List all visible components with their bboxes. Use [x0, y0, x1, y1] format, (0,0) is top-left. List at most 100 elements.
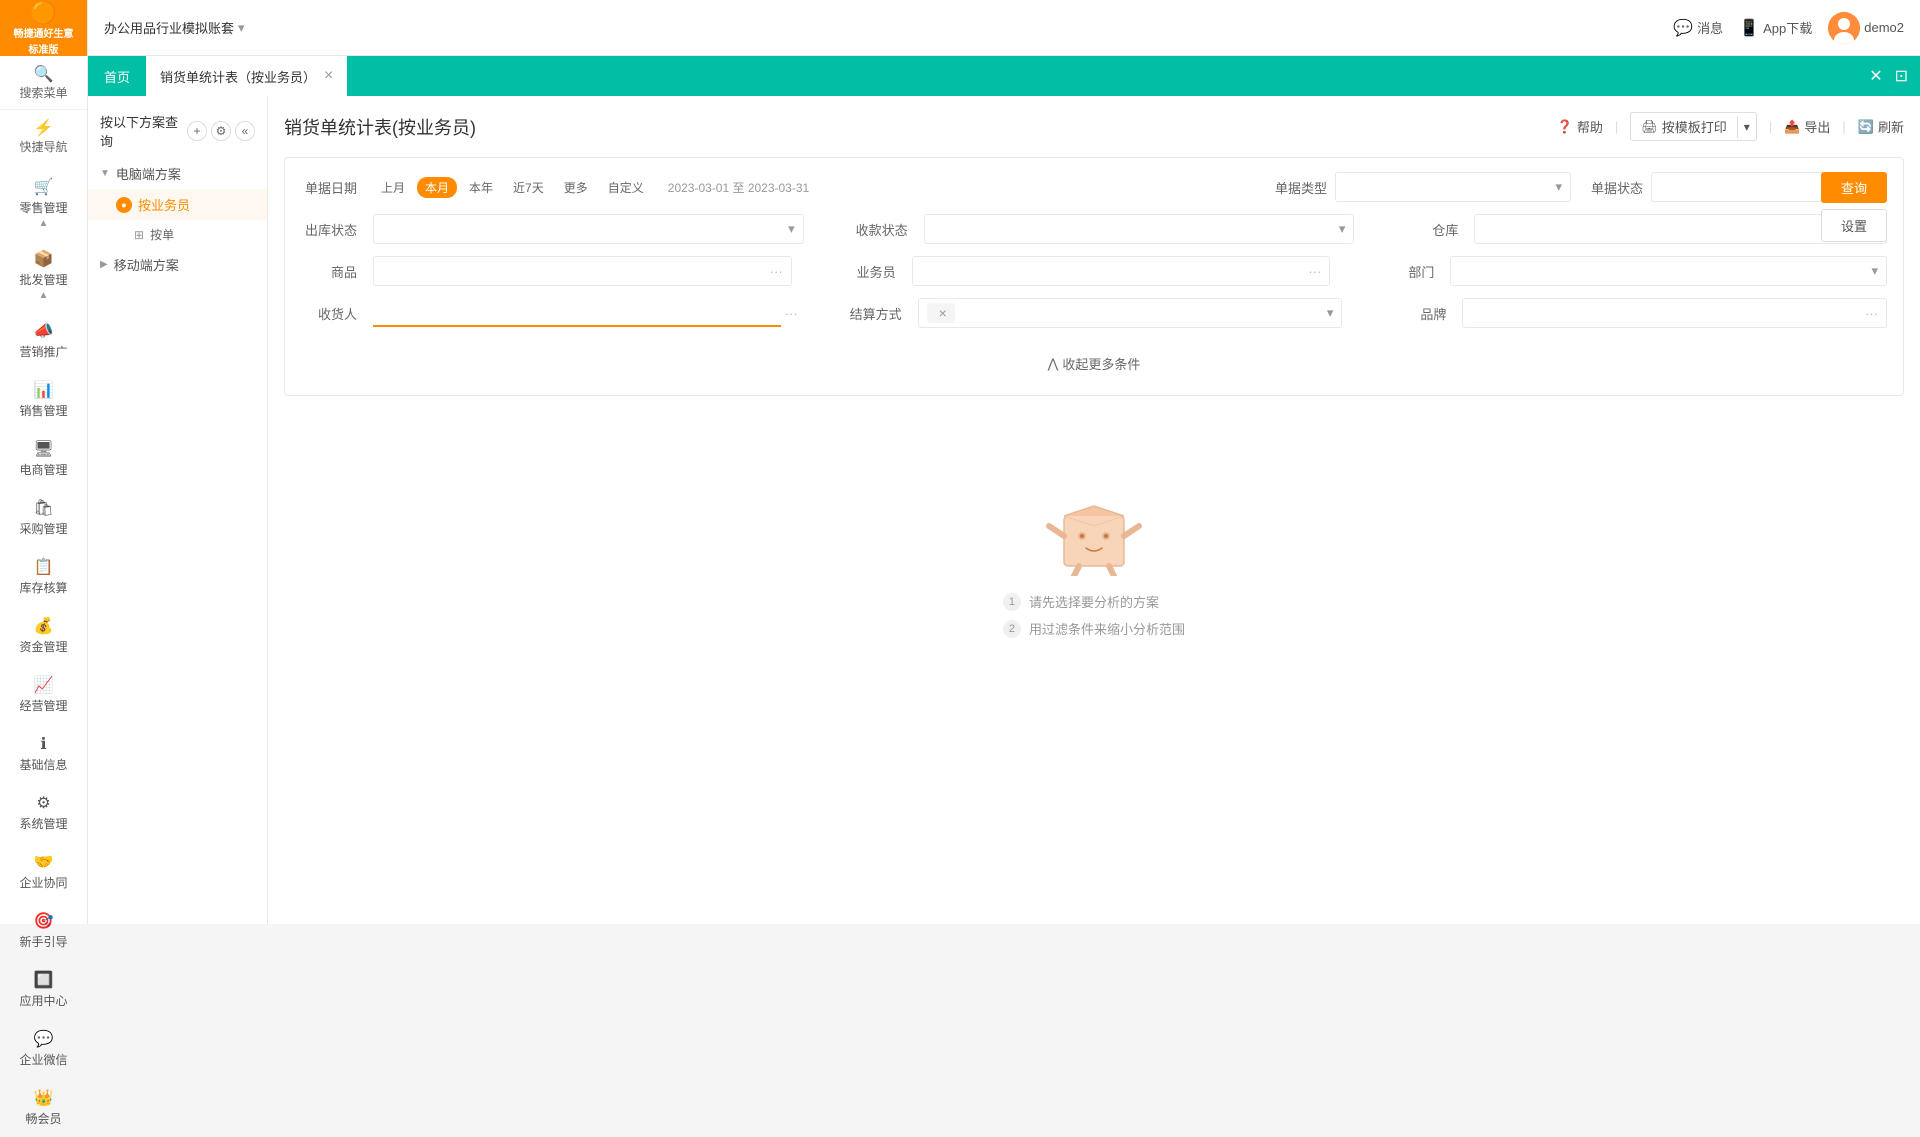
- sidebar-item-collab[interactable]: 🤝 企业协同: [0, 842, 87, 901]
- separator-1: |: [1615, 119, 1618, 134]
- order-sub-icon: ⊞: [134, 228, 144, 242]
- brand-dots: ···: [1865, 306, 1878, 321]
- print-icon: 🖨: [1641, 119, 1658, 135]
- date-tab-lastmonth[interactable]: 上月: [373, 177, 413, 198]
- lp-section-mobile: ▶ 移动端方案: [88, 249, 267, 280]
- main-area: 办公用品行业模拟账套 ▾ 💬 消息 📱 App下载 demo2 首页: [88, 0, 1920, 924]
- settings-scheme-button[interactable]: ⚙: [211, 121, 231, 141]
- sidebar-item-sysadmin[interactable]: ⚙ 系统管理: [0, 783, 87, 842]
- avatar-image: [1828, 12, 1860, 44]
- dept-arrow: ▾: [1871, 263, 1878, 279]
- tab-close-button[interactable]: ×: [324, 68, 333, 84]
- date-tab-7days[interactable]: 近7天: [505, 177, 552, 198]
- refresh-label: 刷新: [1878, 117, 1904, 136]
- page-title-actions: ❓ 帮助 | 🖨 按模板打印 ▾ | 📤 导出: [1557, 112, 1904, 141]
- consignee-input[interactable]: [373, 299, 781, 327]
- sidebar-item-appcenter[interactable]: 🔲 应用中心: [0, 960, 87, 1019]
- goods-input[interactable]: ···: [373, 256, 792, 286]
- workspace-selector[interactable]: 办公用品行业模拟账套 ▾: [104, 18, 245, 37]
- tabbar: 首页 销货单统计表（按业务员） × ✕ ⊡: [88, 56, 1920, 96]
- sidebar-item-purchase[interactable]: 🛍 采购管理: [0, 488, 87, 547]
- workspace-title: 办公用品行业模拟账套: [104, 18, 234, 37]
- lp-section-pc: ▼ 电脑端方案 ● 按业务员 ⊞ 按单: [88, 158, 267, 249]
- collab-icon: 🤝: [34, 852, 54, 872]
- sidebar-quick-nav[interactable]: ⚡ 快捷导航: [0, 110, 87, 163]
- appcenter-label: 应用中心: [19, 992, 67, 1009]
- purchase-icon: 🛍: [33, 498, 53, 518]
- sidebar-item-wechat[interactable]: 💬 企业微信: [0, 1019, 87, 1078]
- sidebar-item-wholesale[interactable]: 📦 批发管理 ▲: [0, 239, 87, 311]
- lp-item-salesperson[interactable]: ● 按业务员: [88, 189, 267, 220]
- query-button[interactable]: 查询: [1821, 172, 1887, 203]
- doctype-cell: 单据类型 ▾: [1271, 172, 1571, 202]
- empty-svg: [1034, 476, 1154, 576]
- sidebar-item-retail[interactable]: 🛒 零售管理 ▲: [0, 167, 87, 239]
- message-button[interactable]: 💬 消息: [1673, 18, 1723, 38]
- tab-home-label: 首页: [104, 67, 130, 86]
- sidebar-search-menu[interactable]: 🔍 搜索菜单: [0, 56, 87, 110]
- paystatus-select[interactable]: ▾: [924, 214, 1355, 244]
- lp-sub-item-order[interactable]: ⊞ 按单: [88, 220, 267, 249]
- tab-home[interactable]: 首页: [88, 56, 146, 96]
- date-tab-custom[interactable]: 自定义: [600, 177, 652, 198]
- outstatus-label: 出库状态: [301, 220, 357, 239]
- lp-section-mobile-header[interactable]: ▶ 移动端方案: [88, 249, 267, 280]
- brand-input[interactable]: ···: [1462, 298, 1887, 328]
- dept-select[interactable]: ▾: [1450, 256, 1887, 286]
- operations-label: 经营管理: [19, 697, 67, 714]
- date-label: 单据日期: [301, 178, 357, 197]
- export-button[interactable]: 📤 导出: [1784, 117, 1830, 136]
- settings-button[interactable]: 设置: [1821, 209, 1887, 242]
- filter-row-4: 收货人 ··· 结算方式 × ▾: [301, 298, 1887, 328]
- empty-steps-list: 1 请先选择要分析的方案 2 用过滤条件来缩小分析范围: [1003, 592, 1185, 646]
- print-dropdown-button[interactable]: ▾: [1737, 116, 1756, 138]
- doctype-select[interactable]: ▾: [1335, 172, 1571, 202]
- lp-section-pc-header[interactable]: ▼ 电脑端方案: [88, 158, 267, 189]
- help-button[interactable]: ❓ 帮助: [1557, 117, 1603, 136]
- salesperson-input[interactable]: ···: [912, 256, 1331, 286]
- sidebar-item-finance[interactable]: 💰 资金管理: [0, 606, 87, 665]
- sidebar-item-inventory[interactable]: 📋 库存核算: [0, 547, 87, 606]
- sidebar-item-ecommerce[interactable]: 🖥 电商管理: [0, 429, 87, 488]
- sidebar-item-marketing[interactable]: 📣 营销推广: [0, 311, 87, 370]
- print-button[interactable]: 🖨 按模板打印: [1631, 113, 1737, 140]
- settlement-tag-close[interactable]: ×: [939, 305, 947, 321]
- sidebar-item-membership[interactable]: 👑 畅会员: [0, 1078, 87, 1137]
- tab-maximize-button[interactable]: ⊡: [1891, 62, 1912, 90]
- settlement-arrow: ▾: [1327, 305, 1334, 321]
- date-tab-more[interactable]: 更多: [556, 177, 596, 198]
- sidebar-item-operations[interactable]: 📈 经营管理: [0, 665, 87, 724]
- guide-label: 新手引导: [19, 933, 67, 950]
- sidebar-item-sales[interactable]: 📊 销售管理: [0, 370, 87, 429]
- settlement-select[interactable]: × ▾: [918, 298, 1343, 328]
- filter-row-3: 商品 ··· 业务员 ··· 部门: [301, 256, 1887, 286]
- refresh-button[interactable]: 🔄 刷新: [1858, 117, 1904, 136]
- step-2-text: 用过滤条件来缩小分析范围: [1029, 619, 1185, 638]
- search-menu-label: 搜索菜单: [6, 84, 81, 101]
- outstatus-select[interactable]: ▾: [373, 214, 804, 244]
- user-profile[interactable]: demo2: [1828, 12, 1904, 44]
- date-tab-thisyear[interactable]: 本年: [461, 177, 501, 198]
- basicinfo-icon: ℹ: [40, 734, 46, 754]
- date-tab-thismonth[interactable]: 本月: [417, 177, 457, 198]
- left-panel-actions: + ⚙ «: [187, 121, 255, 141]
- lp-pc-label: 电脑端方案: [116, 164, 181, 183]
- collapse-button[interactable]: ⋀ 收起更多条件: [1032, 350, 1157, 377]
- lp-mobile-triangle: ▶: [100, 259, 108, 270]
- workspace-dropdown-icon: ▾: [238, 20, 245, 36]
- collapse-panel-button[interactable]: «: [235, 121, 255, 141]
- page-title-bar: 销货单统计表(按业务员) ❓ 帮助 | 🖨 按模板打印 ▾ |: [284, 112, 1904, 141]
- left-panel: 按以下方案查询 + ⚙ « ▼ 电脑端方案 ● 按业务员: [88, 96, 268, 924]
- sidebar-item-guide[interactable]: 🎯 新手引导: [0, 901, 87, 960]
- tab-active[interactable]: 销货单统计表（按业务员） ×: [146, 56, 347, 96]
- date-control: 上月 本月 本年 近7天 更多 自定义 2023-03-01 至 2023-03…: [373, 177, 1255, 198]
- collapse-up-icon: ⋀: [1048, 356, 1059, 372]
- add-scheme-button[interactable]: +: [187, 121, 207, 141]
- app-download-button[interactable]: 📱 App下载: [1739, 18, 1812, 38]
- settlement-tag: ×: [927, 303, 955, 323]
- dept-label: 部门: [1378, 262, 1434, 281]
- tab-close-all-button[interactable]: ✕: [1865, 62, 1886, 90]
- doctype-arrow: ▾: [1555, 179, 1562, 195]
- sidebar-item-basicinfo[interactable]: ℹ 基础信息: [0, 724, 87, 783]
- separator-2: |: [1769, 119, 1772, 134]
